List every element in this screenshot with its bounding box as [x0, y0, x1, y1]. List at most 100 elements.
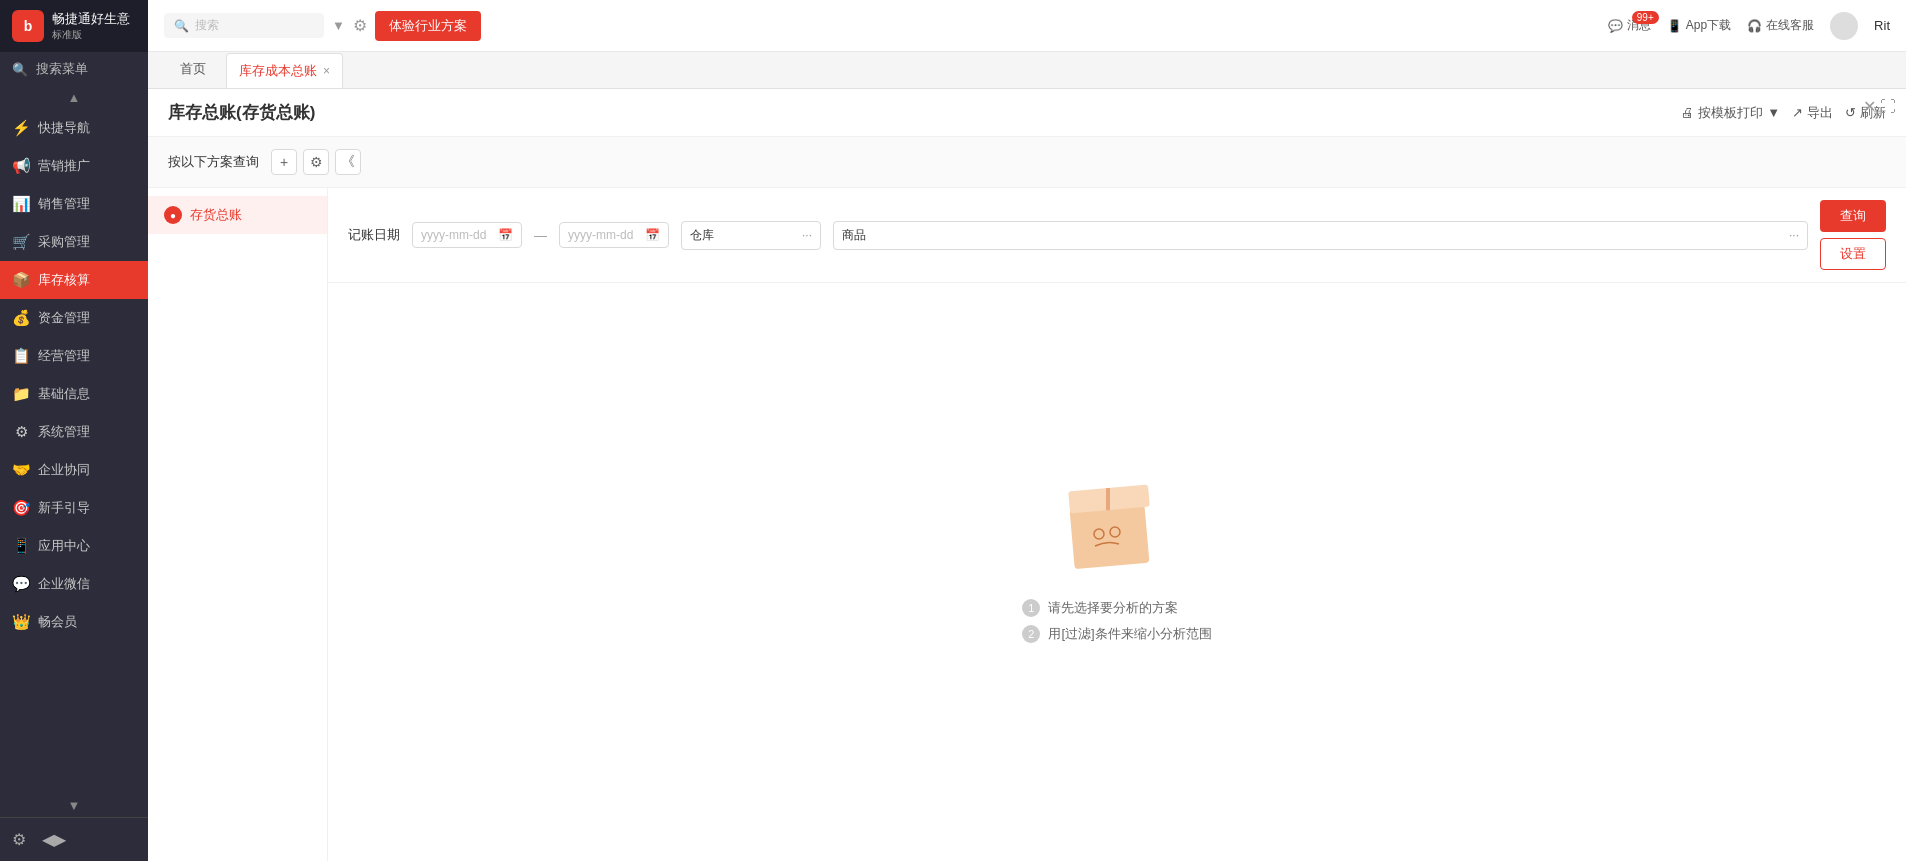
collapse-filter-btn[interactable]: 《	[335, 149, 361, 175]
page-header: 库存总账(存货总账) 🖨 按模板打印 ▼ ↗ 导出 ↺ 刷新	[148, 89, 1906, 137]
goods-more-icon[interactable]: ···	[1789, 228, 1799, 242]
app-download-item[interactable]: 📱 App下载	[1667, 17, 1731, 34]
nav-label-purchase: 采购管理	[38, 233, 90, 251]
warehouse-select[interactable]: 仓库 ···	[681, 221, 821, 250]
resize-panel-btn[interactable]: ⛶	[1880, 98, 1896, 116]
tab-active-ledger[interactable]: 库存成本总账 ×	[226, 53, 343, 88]
online-service-icon: 🎧	[1747, 19, 1762, 33]
topbar-dropdown-icon[interactable]: ▼	[332, 18, 345, 33]
tab-active-label: 库存成本总账	[239, 62, 317, 80]
topbar-settings-icon[interactable]: ⚙	[353, 16, 367, 35]
topbar-left: 🔍 搜索 ▼ ⚙ 体验行业方案	[164, 11, 1600, 41]
search-row: 记账日期 yyyy-mm-dd 📅 — yyyy-mm-dd 📅 仓库 ···	[328, 188, 1906, 283]
nav-label-basic-info: 基础信息	[38, 385, 90, 403]
sidebar-bottom: ⚙ ◀▶	[0, 817, 148, 861]
nav-icon-guide: 🎯	[12, 499, 30, 517]
date-to-input[interactable]: yyyy-mm-dd 📅	[559, 222, 669, 248]
nav-label-member: 畅会员	[38, 613, 77, 631]
nav-label-app-center: 应用中心	[38, 537, 90, 555]
message-icon: 💬	[1608, 19, 1623, 33]
sidebar: b 畅捷通好生意 标准版 🔍 搜索菜单 ▲ ⚡ 快捷导航 📢 营销推广 📊 销售…	[0, 0, 148, 861]
app-title: 畅捷通好生意	[52, 11, 130, 28]
nav-icon-sales: 📊	[12, 195, 30, 213]
sidebar-item-app-center[interactable]: 📱 应用中心	[0, 527, 148, 565]
topbar-right: 💬 消息 99+ 📱 App下载 🎧 在线客服 Rit	[1608, 12, 1890, 40]
sidebar-item-marketing[interactable]: 📢 营销推广	[0, 147, 148, 185]
export-label: 导出	[1807, 104, 1833, 122]
left-panel-item-inventory-ledger[interactable]: ● 存货总账	[148, 196, 327, 234]
message-item[interactable]: 💬 消息 99+	[1608, 17, 1651, 34]
tab-bar: 首页 库存成本总账 ×	[148, 52, 1906, 89]
print-template-btn[interactable]: 🖨 按模板打印 ▼	[1681, 104, 1780, 122]
sidebar-item-operation[interactable]: 📋 经营管理	[0, 337, 148, 375]
nav-label-operation: 经营管理	[38, 347, 90, 365]
date-from-input[interactable]: yyyy-mm-dd 📅	[412, 222, 522, 248]
online-service-item[interactable]: 🎧 在线客服	[1747, 17, 1814, 34]
sidebar-item-quick-nav[interactable]: ⚡ 快捷导航	[0, 109, 148, 147]
settings-icon[interactable]: ⚙	[12, 830, 26, 849]
industry-btn[interactable]: 体验行业方案	[375, 11, 481, 41]
nav-icon-operation: 📋	[12, 347, 30, 365]
nav-label-marketing: 营销推广	[38, 157, 90, 175]
hint-text-1: 请先选择要分析的方案	[1048, 599, 1178, 617]
date-to-placeholder: yyyy-mm-dd	[568, 228, 633, 242]
sidebar-item-sales[interactable]: 📊 销售管理	[0, 185, 148, 223]
nav-icon-wechat: 💬	[12, 575, 30, 593]
search-menu-item[interactable]: 🔍 搜索菜单	[0, 52, 148, 86]
nav-icon-marketing: 📢	[12, 157, 30, 175]
warehouse-label: 仓库	[690, 227, 714, 244]
topbar-search-icon: 🔍	[174, 19, 189, 33]
search-menu-label: 搜索菜单	[36, 60, 88, 78]
export-icon: ↗	[1792, 105, 1803, 120]
sidebar-item-inventory[interactable]: 📦 库存核算	[0, 261, 148, 299]
nav-icon-quick-nav: ⚡	[12, 119, 30, 137]
date-label: 记账日期	[348, 226, 400, 244]
export-btn[interactable]: ↗ 导出	[1792, 104, 1833, 122]
nav-label-system: 系统管理	[38, 423, 90, 441]
sidebar-item-basic-info[interactable]: 📁 基础信息	[0, 375, 148, 413]
item-label-inventory-ledger: 存货总账	[190, 206, 242, 224]
empty-illustration	[1057, 466, 1177, 579]
filter-settings-btn[interactable]: ⚙	[303, 149, 329, 175]
nav-icon-cooperation: 🤝	[12, 461, 30, 479]
filter-settings-icon: ⚙	[310, 154, 323, 170]
svg-rect-0	[1070, 503, 1150, 569]
topbar-search-box[interactable]: 🔍 搜索	[164, 13, 324, 38]
page-title: 库存总账(存货总账)	[168, 101, 315, 124]
hint-item-1: 1 请先选择要分析的方案	[1022, 599, 1211, 617]
settings-btn[interactable]: 设置	[1820, 238, 1886, 270]
scroll-down-btn[interactable]: ▼	[0, 794, 148, 817]
nav-label-wechat: 企业微信	[38, 575, 90, 593]
scroll-up-btn[interactable]: ▲	[0, 86, 148, 109]
sidebar-item-member[interactable]: 👑 畅会员	[0, 603, 148, 641]
sidebar-item-wechat[interactable]: 💬 企业微信	[0, 565, 148, 603]
search-actions: 查询 设置	[1820, 200, 1886, 270]
close-panel-btn[interactable]: ✕	[1863, 97, 1876, 116]
add-filter-btn[interactable]: +	[271, 149, 297, 175]
goods-select[interactable]: 商品 ···	[833, 221, 1808, 250]
date-separator: —	[534, 228, 547, 243]
nav-icon-member: 👑	[12, 613, 30, 631]
nav-icon-system: ⚙	[12, 423, 30, 441]
tab-close-btn[interactable]: ×	[323, 64, 330, 78]
filter-area: 按以下方案查询 + ⚙ 《	[148, 137, 1906, 188]
sidebar-item-guide[interactable]: 🎯 新手引导	[0, 489, 148, 527]
sidebar-item-cooperation[interactable]: 🤝 企业协同	[0, 451, 148, 489]
collapse-icon[interactable]: ◀▶	[42, 830, 66, 849]
app-download-icon: 📱	[1667, 19, 1682, 33]
sidebar-item-finance[interactable]: 💰 资金管理	[0, 299, 148, 337]
search-btn[interactable]: 查询	[1820, 200, 1886, 232]
nav-label-finance: 资金管理	[38, 309, 90, 327]
calendar-from-icon[interactable]: 📅	[498, 228, 513, 242]
tab-home[interactable]: 首页	[164, 52, 222, 88]
calendar-to-icon[interactable]: 📅	[645, 228, 660, 242]
nav-icon-basic-info: 📁	[12, 385, 30, 403]
page-content: ✕ ⛶ 库存总账(存货总账) 🖨 按模板打印 ▼ ↗ 导出 ↺ 刷新	[148, 89, 1906, 861]
sidebar-item-purchase[interactable]: 🛒 采购管理	[0, 223, 148, 261]
sidebar-item-system[interactable]: ⚙ 系统管理	[0, 413, 148, 451]
search-icon: 🔍	[12, 62, 28, 77]
empty-state: 1 请先选择要分析的方案 2 用[过滤]条件来缩小分析范围	[1022, 248, 1211, 861]
warehouse-more-icon[interactable]: ···	[802, 228, 812, 242]
print-label: 按模板打印	[1698, 104, 1763, 122]
user-avatar[interactable]	[1830, 12, 1858, 40]
